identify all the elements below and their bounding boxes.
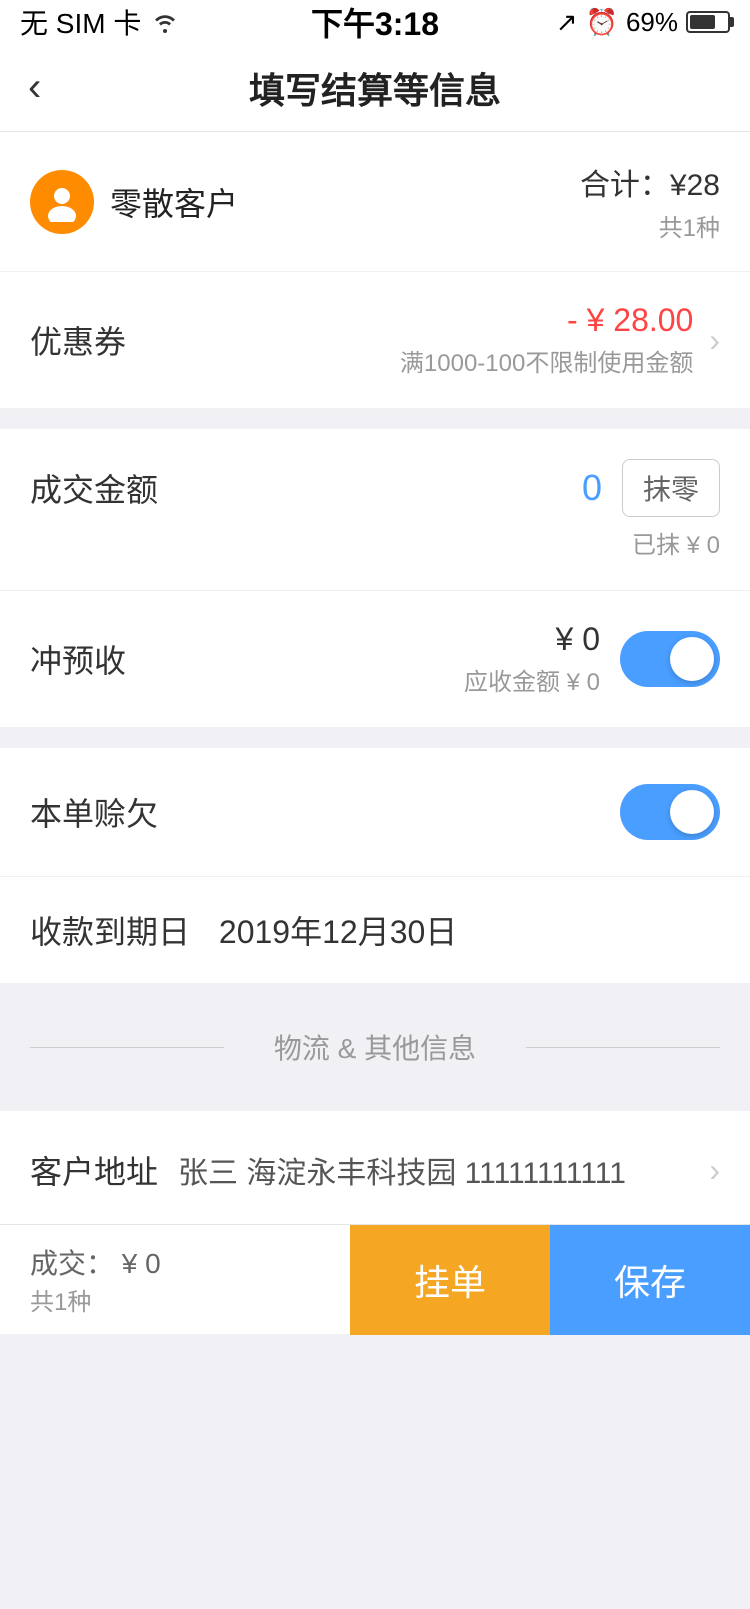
prepay-toggle[interactable]: [620, 631, 720, 687]
customer-name: 零散客户: [110, 179, 238, 225]
credit-label: 本单赊欠: [30, 789, 158, 835]
divider-1: [0, 409, 750, 429]
wipe-zero-button[interactable]: 抹零: [622, 459, 720, 517]
divider-3: [0, 983, 750, 1003]
carrier-text: 无 SIM 卡: [20, 2, 141, 42]
deal-amount-row: 成交金额 0 抹零 已抹 ¥ 0: [0, 429, 750, 591]
deal-amount-value: 0: [582, 467, 602, 509]
bottom-deal-amount: ¥ 0: [122, 1248, 161, 1279]
save-button[interactable]: 保存: [550, 1225, 750, 1335]
divider-2: [0, 728, 750, 748]
prepay-row: 冲预收 ¥ 0 应收金额 ¥ 0: [0, 591, 750, 728]
address-value: 张三 海淀永丰科技园 11111111111: [178, 1148, 709, 1192]
prepay-label: 冲预收: [30, 636, 126, 682]
hang-button[interactable]: 挂单: [350, 1225, 550, 1335]
logistics-label-text: 物流 & 其他信息: [274, 1027, 476, 1067]
location-icon: ↗: [556, 7, 578, 38]
nav-title: 填写结算等信息: [249, 62, 501, 114]
chevron-right-icon: ›: [709, 322, 720, 359]
customer-count: 共1种: [580, 208, 720, 243]
logistics-section-label: 物流 & 其他信息: [0, 1003, 750, 1091]
due-label: 收款到期日: [30, 914, 190, 950]
divider-4: [0, 1091, 750, 1111]
battery-fill: [690, 15, 715, 29]
coupon-value: - ¥ 28.00 满1000-100不限制使用金额: [400, 302, 693, 378]
back-button[interactable]: ‹: [28, 65, 41, 110]
status-bar: 无 SIM 卡 下午3:18 ↗ ⏰ 69%: [0, 0, 750, 44]
coupon-sub: 满1000-100不限制使用金额: [400, 343, 693, 378]
customer-row: 零散客户 合计：¥28 共1种: [0, 132, 750, 272]
bottom-bar: 成交： ¥ 0 共1种 挂单 保存: [0, 1224, 750, 1334]
customer-total: 合计：¥28: [580, 160, 720, 204]
coupon-label: 优惠券: [30, 317, 126, 363]
customer-avatar: [30, 170, 94, 234]
credit-row: 本单赊欠: [0, 748, 750, 876]
status-time: 下午3:18: [311, 0, 439, 45]
prepay-value-main: ¥ 0: [464, 621, 600, 658]
coupon-row[interactable]: 优惠券 - ¥ 28.00 满1000-100不限制使用金额 ›: [0, 272, 750, 409]
prepay-values: ¥ 0 应收金额 ¥ 0: [464, 621, 600, 697]
address-label: 客户地址: [30, 1147, 158, 1193]
nav-bar: ‹ 填写结算等信息: [0, 44, 750, 132]
due-date-value: 2019年12月30日: [219, 914, 457, 950]
credit-toggle[interactable]: [620, 784, 720, 840]
address-chevron-icon: ›: [709, 1152, 720, 1189]
avatar-icon: [42, 182, 82, 222]
content: 零散客户 合计：¥28 共1种 优惠券 - ¥ 28.00 满1000-100不…: [0, 132, 750, 1609]
bottom-deal-label-text: 成交：: [30, 1248, 114, 1279]
customer-right: 合计：¥28 共1种: [580, 160, 720, 243]
prepay-right: ¥ 0 应收金额 ¥ 0: [464, 621, 720, 697]
bottom-left: 成交： ¥ 0 共1种: [0, 1242, 350, 1317]
bottom-deal-count: 共1种: [30, 1282, 320, 1317]
due-content: 收款到期日 2019年12月30日: [30, 907, 720, 953]
deal-sub: 已抹 ¥ 0: [30, 525, 720, 560]
customer-left: 零散客户: [30, 170, 238, 234]
wifi-icon: [151, 11, 179, 33]
battery-icon: [686, 11, 730, 33]
coupon-right: - ¥ 28.00 满1000-100不限制使用金额 ›: [400, 302, 720, 378]
deal-right: 0 抹零: [582, 459, 720, 517]
status-left: 无 SIM 卡: [20, 2, 179, 42]
coupon-discount: - ¥ 28.00: [400, 302, 693, 339]
bottom-deal-label: 成交： ¥ 0: [30, 1242, 320, 1282]
deal-label: 成交金额: [30, 465, 158, 511]
status-right: ↗ ⏰ 69%: [556, 7, 730, 38]
alarm-icon: ⏰: [586, 7, 618, 38]
deal-top: 成交金额 0 抹零: [30, 459, 720, 517]
due-date-row: 收款到期日 2019年12月30日: [0, 876, 750, 983]
address-row[interactable]: 客户地址 张三 海淀永丰科技园 11111111111 ›: [0, 1111, 750, 1229]
prepay-value-sub: 应收金额 ¥ 0: [464, 662, 600, 697]
battery-percent: 69%: [626, 7, 678, 38]
